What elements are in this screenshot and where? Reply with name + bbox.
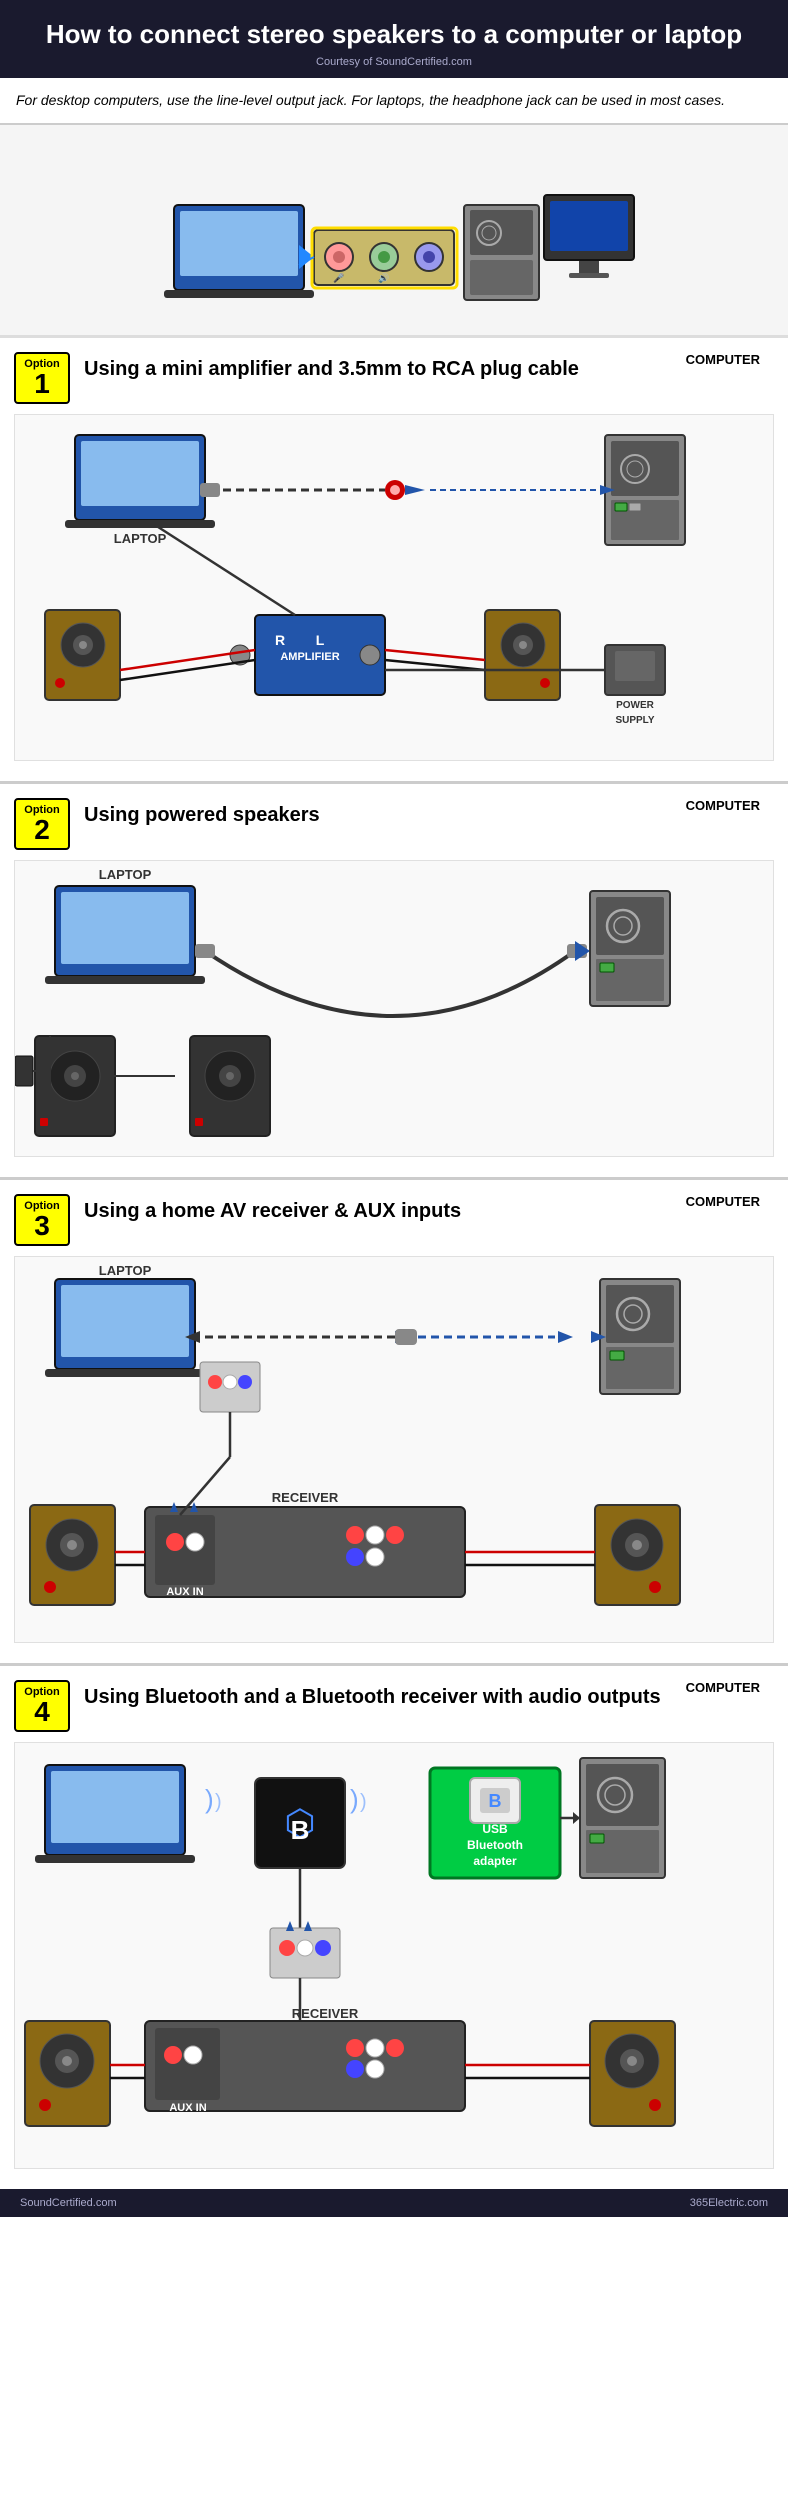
option-2-diagram: LAPTOP	[14, 860, 774, 1157]
svg-text:🎤: 🎤	[333, 272, 344, 283]
svg-text:): )	[215, 1791, 222, 1813]
top-diagram-svg: 🎤 🔊	[144, 145, 644, 315]
option-1-title: Using a mini amplifier and 3.5mm to RCA …	[84, 352, 579, 382]
option-3-badge: Option 3	[14, 1194, 70, 1246]
svg-text:): )	[205, 1784, 214, 1814]
option-4-badge: Option 4	[14, 1680, 70, 1732]
footer-right: 365Electric.com	[690, 2197, 768, 2209]
top-diagram: 🎤 🔊	[0, 125, 788, 338]
option-1-computer-label: COMPUTER	[686, 352, 774, 367]
option-2-title: Using powered speakers	[84, 798, 320, 828]
intro-text: For desktop computers, use the line-leve…	[0, 78, 788, 125]
svg-text:L: L	[316, 632, 325, 648]
svg-text:AUX IN: AUX IN	[166, 1586, 203, 1598]
option-2-computer-label: COMPUTER	[686, 798, 774, 813]
svg-text:R: R	[275, 632, 285, 648]
svg-text:B: B	[291, 1815, 310, 1845]
svg-text:B: B	[489, 1791, 502, 1811]
option-2-svg: LAPTOP	[15, 861, 775, 1151]
option-4-diagram: ) ) ⬡ B ) ) USB Bluetooth adapter	[14, 1742, 774, 2169]
option-3-section: Option 3 Using a home AV receiver & AUX …	[0, 1180, 788, 1666]
option-1-badge: Option 1	[14, 352, 70, 404]
option-4-title: Using Bluetooth and a Bluetooth receiver…	[84, 1680, 661, 1710]
svg-text:LAPTOP: LAPTOP	[114, 531, 167, 546]
option-4-computer-label: COMPUTER	[686, 1680, 774, 1695]
svg-text:Bluetooth: Bluetooth	[467, 1838, 523, 1852]
svg-text:AMPLIFIER: AMPLIFIER	[280, 651, 339, 663]
page-footer: SoundCertified.com 365Electric.com	[0, 2189, 788, 2217]
option-1-section: Option 1 Using a mini amplifier and 3.5m…	[0, 338, 788, 784]
option-3-title: Using a home AV receiver & AUX inputs	[84, 1194, 461, 1224]
option-1-diagram: LAPTOP AMPLIFIER	[14, 414, 774, 761]
option-3-computer-label: COMPUTER	[686, 1194, 774, 1209]
svg-text:RECEIVER: RECEIVER	[292, 2006, 359, 2021]
svg-text:): )	[350, 1784, 359, 1814]
option-3-svg: LAPTOP	[15, 1257, 775, 1637]
svg-text:LAPTOP: LAPTOP	[99, 867, 152, 882]
svg-text:AUX IN: AUX IN	[169, 2102, 206, 2114]
svg-text:): )	[360, 1791, 367, 1813]
svg-text:RECEIVER: RECEIVER	[272, 1490, 339, 1505]
footer-left: SoundCertified.com	[20, 2197, 117, 2209]
svg-text:USB: USB	[482, 1822, 508, 1836]
option-2-section: Option 2 Using powered speakers COMPUTER…	[0, 784, 788, 1180]
svg-text:SUPPLY: SUPPLY	[615, 715, 654, 726]
option-4-section: Option 4 Using Bluetooth and a Bluetooth…	[0, 1666, 788, 2189]
svg-text:LAPTOP: LAPTOP	[99, 1263, 152, 1278]
option-3-diagram: LAPTOP	[14, 1256, 774, 1643]
page-header: How to connect stereo speakers to a comp…	[0, 0, 788, 78]
option-2-badge: Option 2	[14, 798, 70, 850]
svg-text:POWER: POWER	[616, 700, 655, 711]
svg-text:adapter: adapter	[473, 1854, 517, 1868]
courtesy-text: Courtesy of SoundCertified.com	[20, 56, 768, 68]
svg-text:🔊: 🔊	[378, 272, 389, 284]
option-4-svg: ) ) ⬡ B ) ) USB Bluetooth adapter	[15, 1743, 775, 2163]
option-1-svg: LAPTOP AMPLIFIER	[15, 415, 775, 755]
page-title: How to connect stereo speakers to a comp…	[20, 18, 768, 52]
